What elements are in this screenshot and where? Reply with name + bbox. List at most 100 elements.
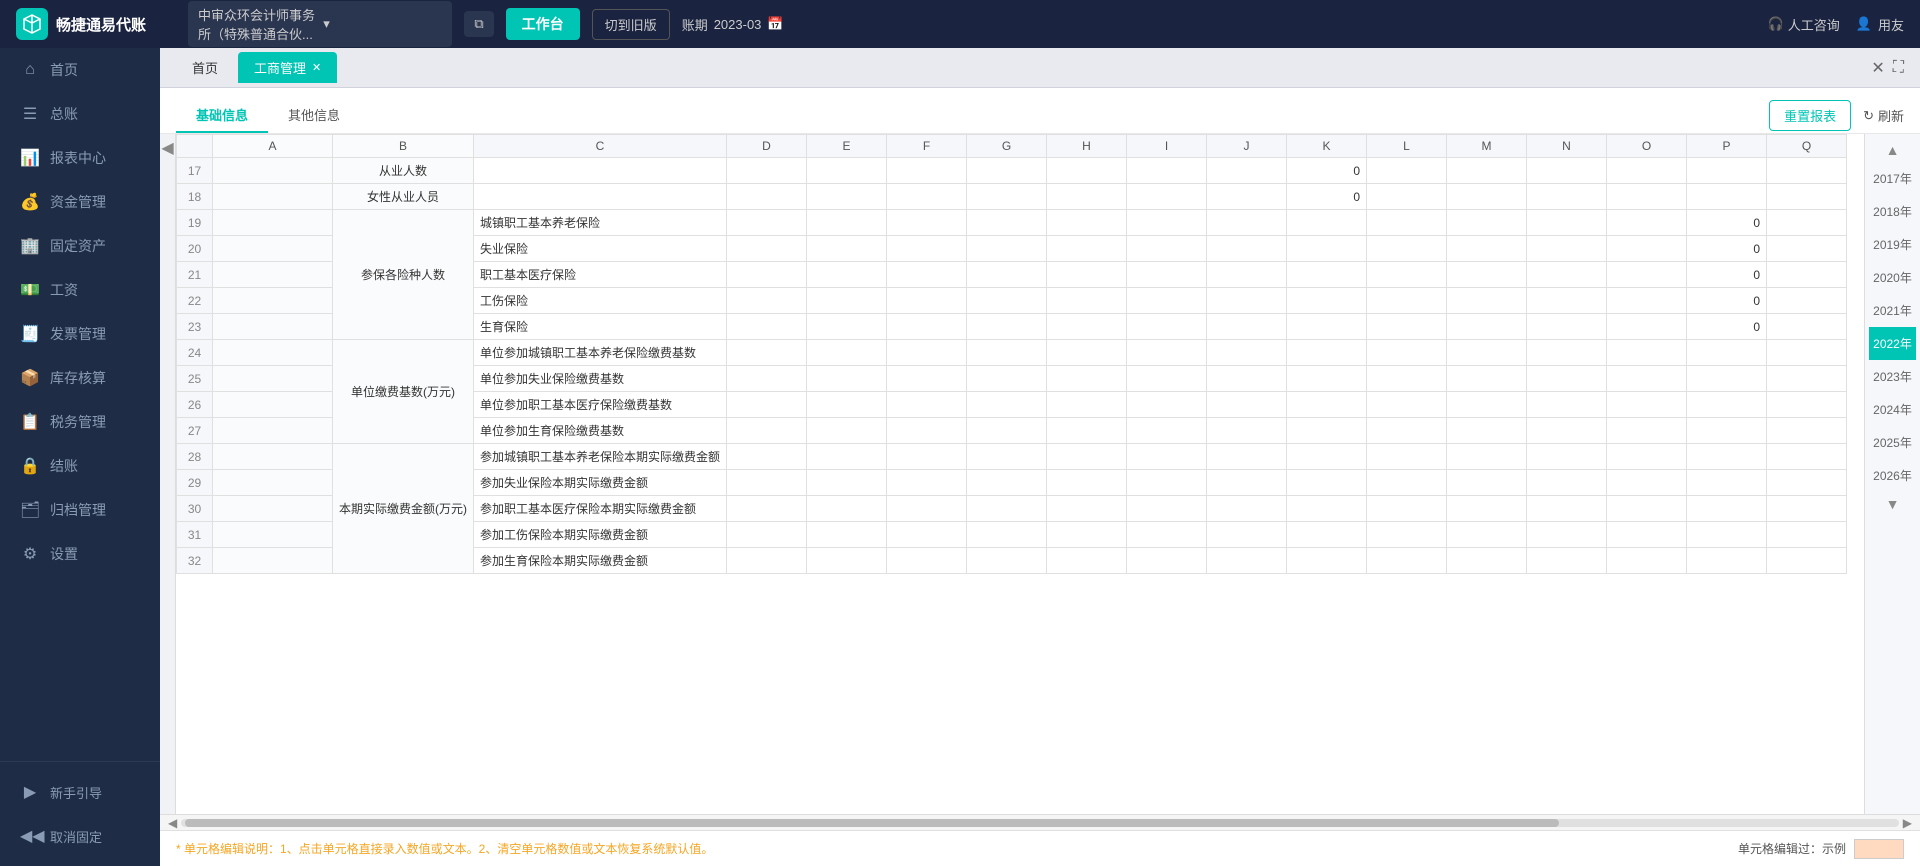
cell-e[interactable] — [807, 236, 887, 262]
cell-n[interactable] — [1527, 184, 1607, 210]
cell-a[interactable] — [213, 496, 333, 522]
copy-btn[interactable]: ⧉ — [464, 11, 493, 37]
cell-h[interactable] — [1047, 236, 1127, 262]
cell-h[interactable] — [1047, 158, 1127, 184]
cell-c[interactable]: 失业保险 — [474, 236, 727, 262]
cell-l[interactable] — [1367, 288, 1447, 314]
cell-c[interactable]: 参加城镇职工基本养老保险本期实际缴费金额 — [474, 444, 727, 470]
cell-n[interactable] — [1527, 158, 1607, 184]
cell-h[interactable] — [1047, 184, 1127, 210]
cell-p[interactable] — [1687, 158, 1767, 184]
cell-i[interactable] — [1127, 522, 1207, 548]
year-item[interactable]: 2025年 — [1869, 426, 1916, 459]
cell-h[interactable] — [1047, 444, 1127, 470]
cell-i[interactable] — [1127, 496, 1207, 522]
cell-d[interactable] — [727, 210, 807, 236]
cell-m[interactable] — [1447, 262, 1527, 288]
sidebar-item-tax[interactable]: 📋 税务管理 — [0, 400, 160, 444]
cell-a[interactable] — [213, 184, 333, 210]
cell-o[interactable] — [1607, 496, 1687, 522]
cell-m[interactable] — [1447, 418, 1527, 444]
year-item[interactable]: 2021年 — [1869, 294, 1916, 327]
cell-n[interactable] — [1527, 262, 1607, 288]
sidebar-item-close[interactable]: 🔒 结账 — [0, 444, 160, 488]
cell-n[interactable] — [1527, 418, 1607, 444]
cell-e[interactable] — [807, 392, 887, 418]
year-item[interactable]: 2022年 — [1869, 327, 1916, 360]
cell-j[interactable] — [1207, 184, 1287, 210]
sidebar-item-inventory[interactable]: 📦 库存核算 — [0, 356, 160, 400]
cell-q[interactable] — [1767, 522, 1847, 548]
cell-a[interactable] — [213, 314, 333, 340]
cell-f[interactable] — [887, 262, 967, 288]
cell-l[interactable] — [1367, 522, 1447, 548]
cell-d[interactable] — [727, 522, 807, 548]
cell-c[interactable]: 参加工伤保险本期实际缴费金额 — [474, 522, 727, 548]
cell-i[interactable] — [1127, 236, 1207, 262]
cell-n[interactable] — [1527, 210, 1607, 236]
cell-d[interactable] — [727, 496, 807, 522]
cell-a[interactable] — [213, 418, 333, 444]
cell-q[interactable] — [1767, 210, 1847, 236]
cell-q[interactable] — [1767, 184, 1847, 210]
cell-j[interactable] — [1207, 340, 1287, 366]
cell-j[interactable] — [1207, 470, 1287, 496]
cell-g[interactable] — [967, 496, 1047, 522]
cell-c[interactable]: 单位参加城镇职工基本养老保险缴费基数 — [474, 340, 727, 366]
cell-i[interactable] — [1127, 418, 1207, 444]
cell-d[interactable] — [727, 366, 807, 392]
cell-q[interactable] — [1767, 262, 1847, 288]
cell-k[interactable] — [1287, 340, 1367, 366]
year-item[interactable]: 2026年 — [1869, 459, 1916, 492]
cell-d[interactable] — [727, 470, 807, 496]
cell-q[interactable] — [1767, 418, 1847, 444]
cell-l[interactable] — [1367, 392, 1447, 418]
cell-f[interactable] — [887, 418, 967, 444]
cell-k[interactable] — [1287, 288, 1367, 314]
cell-p[interactable]: 0 — [1687, 314, 1767, 340]
cell-f[interactable] — [887, 340, 967, 366]
cell-c[interactable] — [474, 158, 727, 184]
cell-m[interactable] — [1447, 210, 1527, 236]
cell-j[interactable] — [1207, 314, 1287, 340]
cell-m[interactable] — [1447, 158, 1527, 184]
cell-a[interactable] — [213, 210, 333, 236]
cell-h[interactable] — [1047, 366, 1127, 392]
cell-n[interactable] — [1527, 236, 1607, 262]
cell-c[interactable]: 单位参加生育保险缴费基数 — [474, 418, 727, 444]
calendar-icon[interactable]: 📅 — [767, 16, 783, 32]
cell-o[interactable] — [1607, 288, 1687, 314]
sidebar-item-invoice[interactable]: 🧾 发票管理 — [0, 312, 160, 356]
cell-l[interactable] — [1367, 548, 1447, 574]
cell-k[interactable] — [1287, 418, 1367, 444]
cell-c[interactable]: 职工基本医疗保险 — [474, 262, 727, 288]
h-scroll-thumb[interactable] — [185, 819, 1559, 827]
cell-b[interactable]: 参保各险种人数 — [333, 210, 474, 340]
cell-c[interactable]: 参加失业保险本期实际缴费金额 — [474, 470, 727, 496]
cell-h[interactable] — [1047, 288, 1127, 314]
cell-n[interactable] — [1527, 288, 1607, 314]
expand-panel-button[interactable]: ⛶ — [1893, 59, 1904, 77]
cell-p[interactable] — [1687, 340, 1767, 366]
cell-d[interactable] — [727, 184, 807, 210]
cell-d[interactable] — [727, 392, 807, 418]
old-version-button[interactable]: 切到旧版 — [592, 9, 670, 40]
cell-h[interactable] — [1047, 522, 1127, 548]
spreadsheet-container[interactable]: A B C D E F G H I J K L M — [176, 134, 1864, 814]
user-area[interactable]: 👤 用友 — [1856, 15, 1904, 34]
cell-k[interactable] — [1287, 444, 1367, 470]
cell-q[interactable] — [1767, 548, 1847, 574]
cell-j[interactable] — [1207, 366, 1287, 392]
cell-o[interactable] — [1607, 366, 1687, 392]
cell-n[interactable] — [1527, 444, 1607, 470]
sidebar-item-salary[interactable]: 💵 工资 — [0, 268, 160, 312]
cell-k[interactable] — [1287, 548, 1367, 574]
cell-l[interactable] — [1367, 496, 1447, 522]
cell-l[interactable] — [1367, 340, 1447, 366]
cell-g[interactable] — [967, 210, 1047, 236]
cell-d[interactable] — [727, 158, 807, 184]
h-scroll-track[interactable] — [181, 819, 1899, 827]
cell-o[interactable] — [1607, 522, 1687, 548]
cell-i[interactable] — [1127, 366, 1207, 392]
cell-f[interactable] — [887, 236, 967, 262]
